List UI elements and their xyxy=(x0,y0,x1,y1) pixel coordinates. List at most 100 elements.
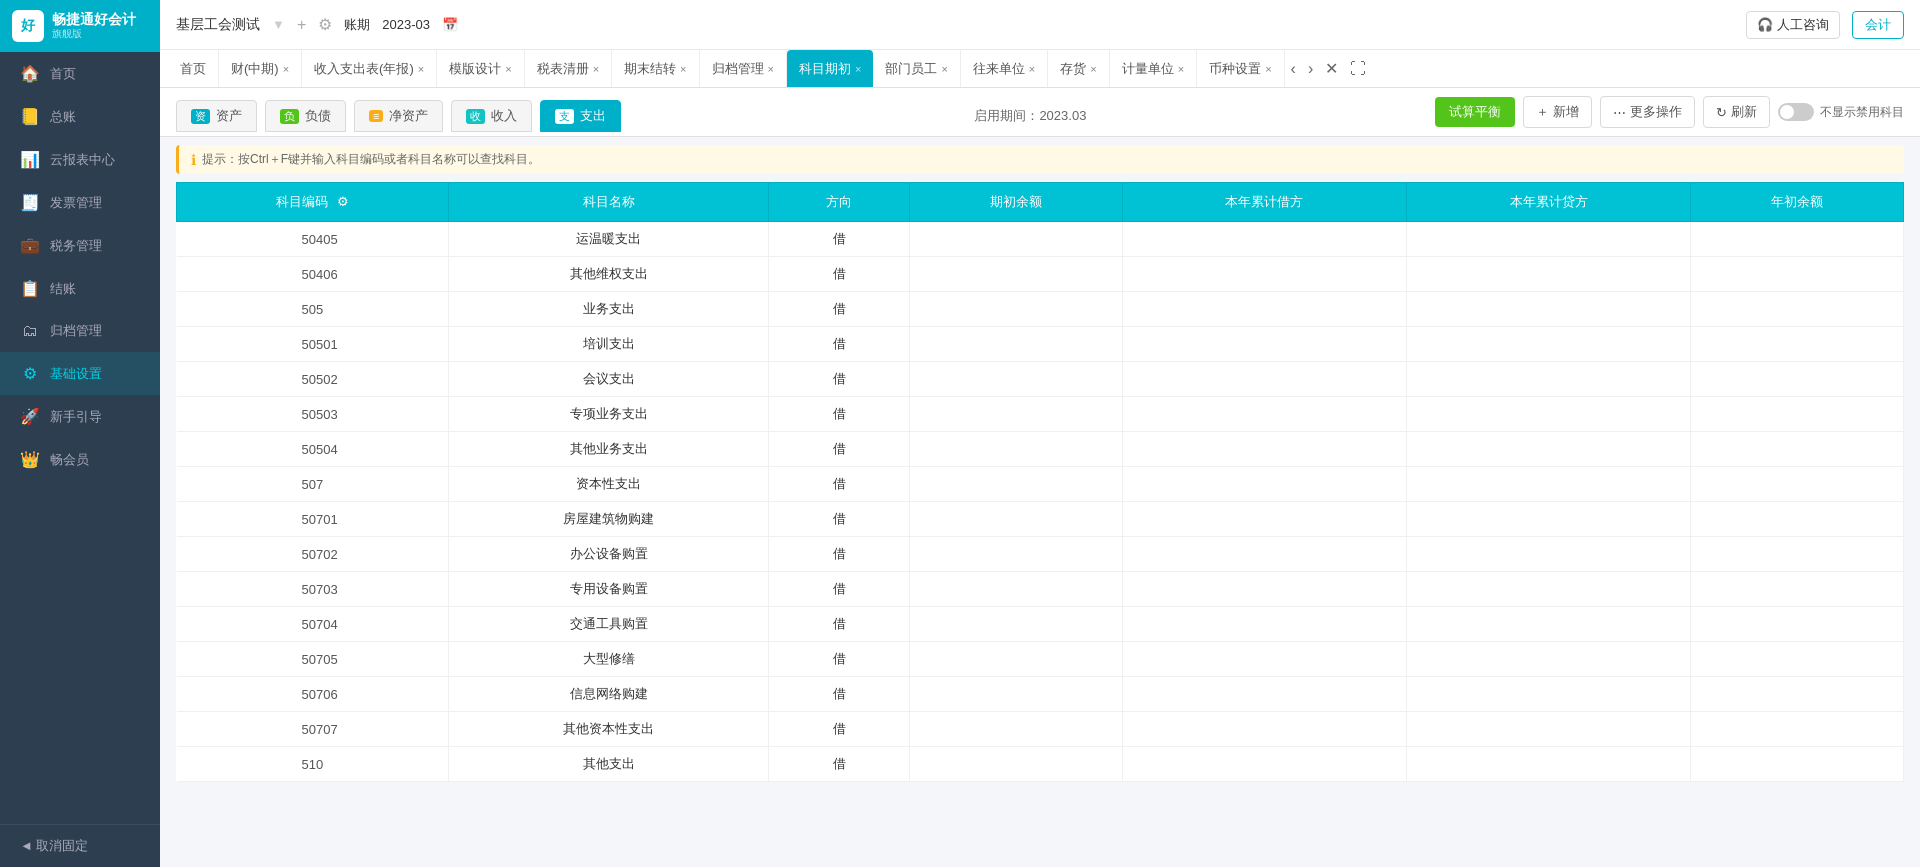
tab-customers-label: 往来单位 xyxy=(973,60,1025,78)
sidebar-item-home[interactable]: 🏠 首页 xyxy=(0,52,160,95)
tab-subject-init[interactable]: 科目期初 × xyxy=(787,50,873,88)
sidebar-label-ledger: 总账 xyxy=(50,108,76,126)
table-row: 50405 运温暖支出 借 xyxy=(177,222,1904,257)
cell-code: 50406 xyxy=(177,257,449,292)
tab-unit[interactable]: 计量单位 × xyxy=(1110,50,1197,88)
tab-archive-close[interactable]: × xyxy=(768,63,774,75)
tab-close-all-btn[interactable]: ✕ xyxy=(1319,59,1344,78)
tab-inventory[interactable]: 存货 × xyxy=(1048,50,1109,88)
support-label: 人工咨询 xyxy=(1777,16,1829,34)
sidebar-item-archive[interactable]: 🗂 归档管理 xyxy=(0,310,160,352)
tab-income-close[interactable]: × xyxy=(418,63,424,75)
more-btn[interactable]: ⋯ 更多操作 xyxy=(1600,96,1695,128)
toolbar-buttons: 试算平衡 ＋ 新增 ⋯ 更多操作 ↻ 刷新 不显示禁用科目 xyxy=(1435,96,1904,136)
cell-code: 50702 xyxy=(177,537,449,572)
tab-currency[interactable]: 币种设置 × xyxy=(1197,50,1284,88)
tab-mid-close[interactable]: × xyxy=(283,63,289,75)
cell-ytd-debit xyxy=(1122,467,1406,502)
add-workspace-btn[interactable]: + xyxy=(297,16,306,34)
cell-code: 50504 xyxy=(177,432,449,467)
member-icon: 👑 xyxy=(20,450,40,469)
tab-unit-close[interactable]: × xyxy=(1178,63,1184,75)
cell-ytd-credit xyxy=(1407,327,1691,362)
cell-year-opening xyxy=(1691,712,1904,747)
calendar-icon[interactable]: 📅 xyxy=(442,17,458,32)
tab-template-close[interactable]: × xyxy=(505,63,511,75)
cell-dir: 借 xyxy=(769,397,910,432)
subtab-asset[interactable]: 资 资产 xyxy=(176,100,257,132)
tab-dept[interactable]: 部门员工 × xyxy=(873,50,960,88)
income-icon: 收 xyxy=(466,109,485,124)
cell-name: 交通工具购置 xyxy=(449,607,769,642)
code-settings-icon[interactable]: ⚙ xyxy=(337,194,349,209)
tab-currency-close[interactable]: × xyxy=(1265,63,1271,75)
sidebar-menu: 🏠 首页 📒 总账 📊 云报表中心 🧾 发票管理 💼 税务管理 📋 结账 🗂 归… xyxy=(0,52,160,824)
cell-year-opening xyxy=(1691,747,1904,782)
subtab-income[interactable]: 收 收入 xyxy=(451,100,532,132)
tab-dept-close[interactable]: × xyxy=(941,63,947,75)
subtab-liability[interactable]: 负 负债 xyxy=(265,100,346,132)
cell-dir: 借 xyxy=(769,747,910,782)
expense-icon: 支 xyxy=(555,109,574,124)
cell-name: 其他业务支出 xyxy=(449,432,769,467)
tab-period-end[interactable]: 期末结转 × xyxy=(612,50,699,88)
cell-year-opening xyxy=(1691,642,1904,677)
tab-period-end-close[interactable]: × xyxy=(680,63,686,75)
add-btn[interactable]: ＋ 新增 xyxy=(1523,96,1592,128)
sidebar-item-guide[interactable]: 🚀 新手引导 xyxy=(0,395,160,438)
cell-ytd-credit xyxy=(1407,397,1691,432)
cell-opening xyxy=(910,397,1123,432)
tab-subject-init-label: 科目期初 xyxy=(799,60,851,78)
support-btn[interactable]: 🎧 人工咨询 xyxy=(1746,11,1840,39)
tab-income[interactable]: 收入支出表(年报) × xyxy=(302,50,437,88)
tab-inventory-close[interactable]: × xyxy=(1090,63,1096,75)
tab-next-btn[interactable]: › xyxy=(1302,60,1319,78)
sidebar-collapse-btn[interactable]: ◄ 取消固定 xyxy=(0,824,160,867)
cell-code: 50501 xyxy=(177,327,449,362)
headset-icon: 🎧 xyxy=(1757,17,1773,32)
sidebar-item-member[interactable]: 👑 畅会员 xyxy=(0,438,160,481)
account-btn[interactable]: 会计 xyxy=(1852,11,1904,39)
tab-customers-close[interactable]: × xyxy=(1029,63,1035,75)
tab-taxclear[interactable]: 税表清册 × xyxy=(525,50,612,88)
cell-opening xyxy=(910,467,1123,502)
cell-dir: 借 xyxy=(769,327,910,362)
tab-prev-btn[interactable]: ‹ xyxy=(1285,60,1302,78)
liability-icon: 负 xyxy=(280,109,299,124)
tab-mid[interactable]: 财(中期) × xyxy=(219,50,302,88)
sidebar-item-reports[interactable]: 📊 云报表中心 xyxy=(0,138,160,181)
cell-dir: 借 xyxy=(769,292,910,327)
subtab-expense[interactable]: 支 支出 xyxy=(540,100,621,132)
tab-taxclear-close[interactable]: × xyxy=(593,63,599,75)
cell-year-opening xyxy=(1691,572,1904,607)
th-year-opening: 年初余额 xyxy=(1691,183,1904,222)
topbar: 基层工会测试 ▼ + ⚙ 账期 2023-03 📅 🎧 人工咨询 会计 xyxy=(160,0,1920,50)
period-label: 账期 xyxy=(344,16,370,34)
tab-archive[interactable]: 归档管理 × xyxy=(700,50,787,88)
tab-template[interactable]: 模版设计 × xyxy=(437,50,524,88)
tab-template-label: 模版设计 xyxy=(449,60,501,78)
tab-maximize-btn[interactable]: ⛶ xyxy=(1344,60,1372,78)
account-label: 会计 xyxy=(1865,17,1891,32)
tab-home[interactable]: 首页 xyxy=(168,50,219,88)
tip-bar: ℹ 提示：按Ctrl＋F键并输入科目编码或者科目名称可以查找科目。 xyxy=(176,145,1904,174)
sidebar-item-checkout[interactable]: 📋 结账 xyxy=(0,267,160,310)
cell-name: 运温暖支出 xyxy=(449,222,769,257)
tab-subject-init-close[interactable]: × xyxy=(855,63,861,75)
toggle-wrap: 不显示禁用科目 xyxy=(1778,103,1904,121)
sidebar-item-tax[interactable]: 💼 税务管理 xyxy=(0,224,160,267)
cell-ytd-debit xyxy=(1122,397,1406,432)
dropdown-icon[interactable]: ▼ xyxy=(272,17,285,32)
sidebar-item-ledger[interactable]: 📒 总账 xyxy=(0,95,160,138)
tab-taxclear-label: 税表清册 xyxy=(537,60,589,78)
cell-year-opening xyxy=(1691,502,1904,537)
sidebar-item-settings[interactable]: ⚙ 基础设置 xyxy=(0,352,160,395)
tab-customers[interactable]: 往来单位 × xyxy=(961,50,1048,88)
tab-period-end-label: 期末结转 xyxy=(624,60,676,78)
refresh-btn[interactable]: ↻ 刷新 xyxy=(1703,96,1770,128)
disabled-toggle[interactable] xyxy=(1778,103,1814,121)
workspace-settings-icon[interactable]: ⚙ xyxy=(318,15,332,34)
sidebar-item-invoice[interactable]: 🧾 发票管理 xyxy=(0,181,160,224)
balance-btn[interactable]: 试算平衡 xyxy=(1435,97,1515,127)
subtab-net-assets[interactable]: ≡ 净资产 xyxy=(354,100,443,132)
